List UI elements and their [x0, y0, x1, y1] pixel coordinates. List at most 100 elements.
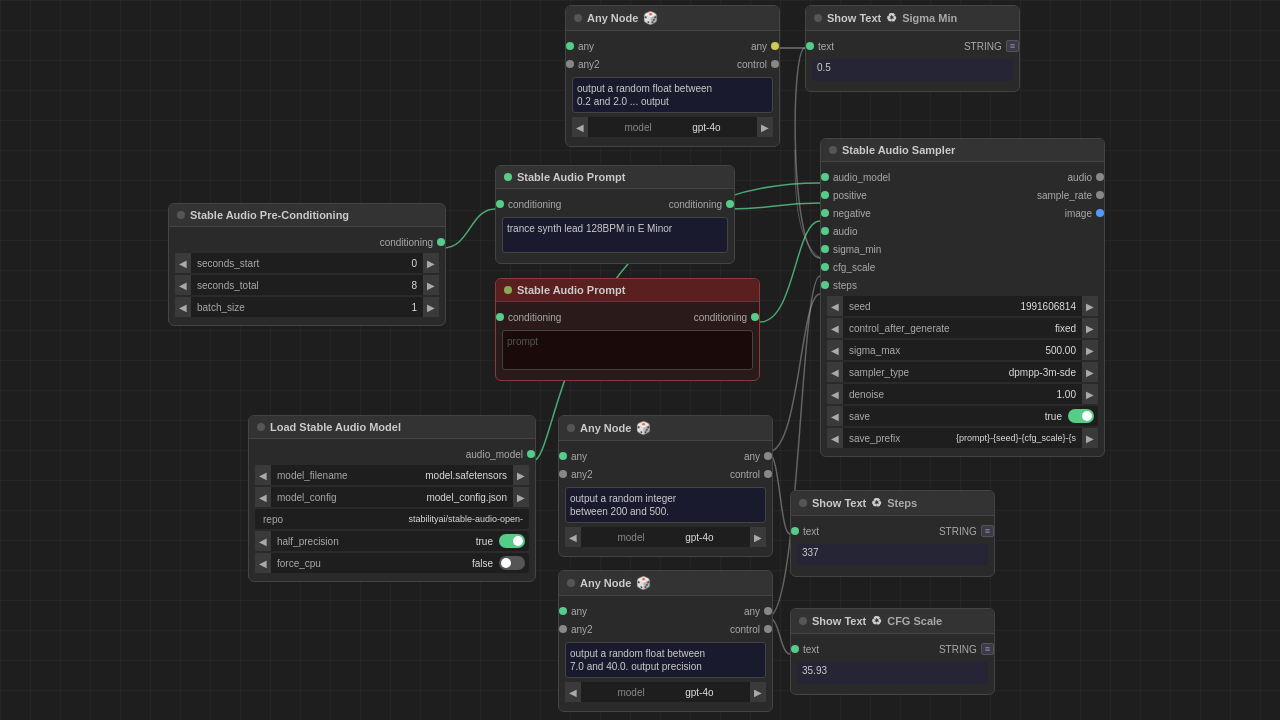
load-repo-value: stabilityai/stable-audio-open-	[408, 514, 527, 524]
show-text-cfg-body: text STRING ≡ 35.93	[791, 634, 994, 694]
any-node-1-textarea[interactable]: output a random float between0.2 and 2.0…	[572, 77, 773, 113]
load-force-cpu-toggle[interactable]	[499, 556, 525, 570]
any-node-1-model-prev[interactable]: ◀	[572, 117, 588, 137]
sampler-widget-denoise: ◀ denoise 1.00 ▶	[827, 384, 1098, 404]
any-node-2-model-next[interactable]: ▶	[750, 527, 766, 547]
sampler-sigma-max-prev[interactable]: ◀	[827, 340, 843, 360]
sampler-positive-dot	[821, 191, 829, 199]
show-text-steps: Show Text ♻ Steps text STRING ≡ 337	[790, 490, 995, 577]
any-node-1-port-any2: any2 control	[566, 55, 779, 73]
show-text-sigma-min-port-label: text	[818, 41, 834, 52]
pre-seconds-total-next[interactable]: ▶	[423, 275, 439, 295]
any-node-1-port-any2-label: any2	[578, 59, 600, 70]
prompt-2-port-cond: conditioning conditioning	[496, 308, 759, 326]
any-node-1-port-control-label: control	[737, 59, 767, 70]
any-node-3-model-value: gpt-4o	[681, 687, 717, 698]
pre-batch-size-next[interactable]: ▶	[423, 297, 439, 317]
sampler-save-prefix-next[interactable]: ▶	[1082, 428, 1098, 448]
stable-audio-prompt-2-header: Stable Audio Prompt	[496, 279, 759, 302]
sampler-negative-label: negative	[833, 208, 871, 219]
sampler-audio-dot	[821, 227, 829, 235]
stable-audio-sampler-dot	[829, 146, 837, 154]
sampler-control-after-label: control_after_generate	[845, 323, 1053, 334]
sampler-sigma-max-label: sigma_max	[845, 345, 1043, 356]
any-node-2-port-any2-label: any2	[571, 469, 593, 480]
show-text-steps-header: Show Text ♻ Steps	[791, 491, 994, 516]
show-text-cfg-port-label: text	[803, 644, 819, 655]
load-model-config-prev[interactable]: ◀	[255, 487, 271, 507]
stable-audio-prompt-1-textarea[interactable]: trance synth lead 128BPM in E Minor	[502, 217, 728, 253]
sampler-control-after-prev[interactable]: ◀	[827, 318, 843, 338]
sampler-type-prev[interactable]: ◀	[827, 362, 843, 382]
pre-batch-size-value: 1	[411, 302, 421, 313]
any-node-3-textarea[interactable]: output a random float between7.0 and 40.…	[565, 642, 766, 678]
any-node-3-model-next[interactable]: ▶	[750, 682, 766, 702]
pre-seconds-start-value: 0	[411, 258, 421, 269]
any-node-1-model-label: model	[620, 122, 655, 133]
any-node-1-model-next[interactable]: ▶	[757, 117, 773, 137]
any-node-3-port-control-dot	[764, 625, 772, 633]
sampler-audio-right-dot	[1096, 173, 1104, 181]
sampler-save-prev[interactable]: ◀	[827, 406, 843, 426]
sampler-control-after-next[interactable]: ▶	[1082, 318, 1098, 338]
any-node-2-emoji: 🎲	[636, 421, 651, 435]
prompt-2-cond-left-label: conditioning	[508, 312, 561, 323]
load-model-config-next[interactable]: ▶	[513, 487, 529, 507]
load-model-filename-value: model.safetensors	[425, 470, 511, 481]
pre-seconds-total-label: seconds_total	[193, 280, 409, 291]
any-node-2-body: any any any2 control output a random int…	[559, 441, 772, 556]
pre-seconds-start-prev[interactable]: ◀	[175, 253, 191, 273]
sampler-save-toggle[interactable]	[1068, 409, 1094, 423]
sampler-sigma-max-next[interactable]: ▶	[1082, 340, 1098, 360]
load-widget-repo: repo stabilityai/stable-audio-open-	[255, 509, 529, 529]
load-stable-audio-body: audio_model ◀ model_filename model.safet…	[249, 439, 535, 581]
load-stable-audio-model: Load Stable Audio Model audio_model ◀ mo…	[248, 415, 536, 582]
any-node-2-model-prev[interactable]: ◀	[565, 527, 581, 547]
sampler-save-prefix-prev[interactable]: ◀	[827, 428, 843, 448]
any-node-1-title: Any Node	[587, 12, 638, 24]
pre-seconds-total-value: 8	[411, 280, 421, 291]
sampler-cfg-scale-label: cfg_scale	[833, 262, 875, 273]
sampler-audio-label: audio	[833, 226, 857, 237]
show-text-steps-port-label: text	[803, 526, 819, 537]
pre-conditioning-label: conditioning	[380, 237, 433, 248]
pre-seconds-start-next[interactable]: ▶	[423, 253, 439, 273]
load-model-filename-next[interactable]: ▶	[513, 465, 529, 485]
stable-audio-pre-conditioning: Stable Audio Pre-Conditioning conditioni…	[168, 203, 446, 326]
sampler-seed-prev[interactable]: ◀	[827, 296, 843, 316]
any-node-2-textarea[interactable]: output a random integerbetween 200 and 5…	[565, 487, 766, 523]
sampler-image-label: image	[1065, 208, 1092, 219]
show-text-steps-dot	[799, 499, 807, 507]
show-text-cfg-value: 35.93	[797, 662, 988, 684]
show-text-sigma-min-subtitle: Sigma Min	[902, 12, 957, 24]
show-text-steps-port-dot	[791, 527, 799, 535]
load-model-filename-prev[interactable]: ◀	[255, 465, 271, 485]
load-half-precision-toggle[interactable]	[499, 534, 525, 548]
prompt-1-cond-right-dot	[726, 200, 734, 208]
show-text-cfg-scale: Show Text ♻ CFG Scale text STRING ≡ 35.9…	[790, 608, 995, 695]
sampler-audio-model-dot	[821, 173, 829, 181]
load-widget-half-precision: ◀ half_precision true	[255, 531, 529, 551]
sampler-denoise-label: denoise	[845, 389, 1055, 400]
sampler-denoise-next[interactable]: ▶	[1082, 384, 1098, 404]
sampler-port-steps: steps	[821, 276, 1104, 294]
sampler-widget-control-after: ◀ control_after_generate fixed ▶	[827, 318, 1098, 338]
stable-audio-prompt-2-textarea[interactable]: prompt	[502, 330, 753, 370]
sampler-denoise-prev[interactable]: ◀	[827, 384, 843, 404]
any-node-3-model-prev[interactable]: ◀	[565, 682, 581, 702]
any-node-2-header: Any Node 🎲	[559, 416, 772, 441]
load-half-precision-label: half_precision	[273, 536, 474, 547]
load-half-precision-prev[interactable]: ◀	[255, 531, 271, 551]
sampler-seed-label: seed	[845, 301, 1018, 312]
pre-batch-size-prev[interactable]: ◀	[175, 297, 191, 317]
any-node-1-port-any-label: any	[578, 41, 594, 52]
pre-seconds-start-label: seconds_start	[193, 258, 409, 269]
any-node-1-model-value: gpt-4o	[688, 122, 724, 133]
sampler-sample-rate-dot	[1096, 191, 1104, 199]
any-node-2-status-dot	[567, 424, 575, 432]
sampler-type-next[interactable]: ▶	[1082, 362, 1098, 382]
pre-seconds-total-prev[interactable]: ◀	[175, 275, 191, 295]
any-node-3-title: Any Node	[580, 577, 631, 589]
sampler-seed-next[interactable]: ▶	[1082, 296, 1098, 316]
load-force-cpu-prev[interactable]: ◀	[255, 553, 271, 573]
